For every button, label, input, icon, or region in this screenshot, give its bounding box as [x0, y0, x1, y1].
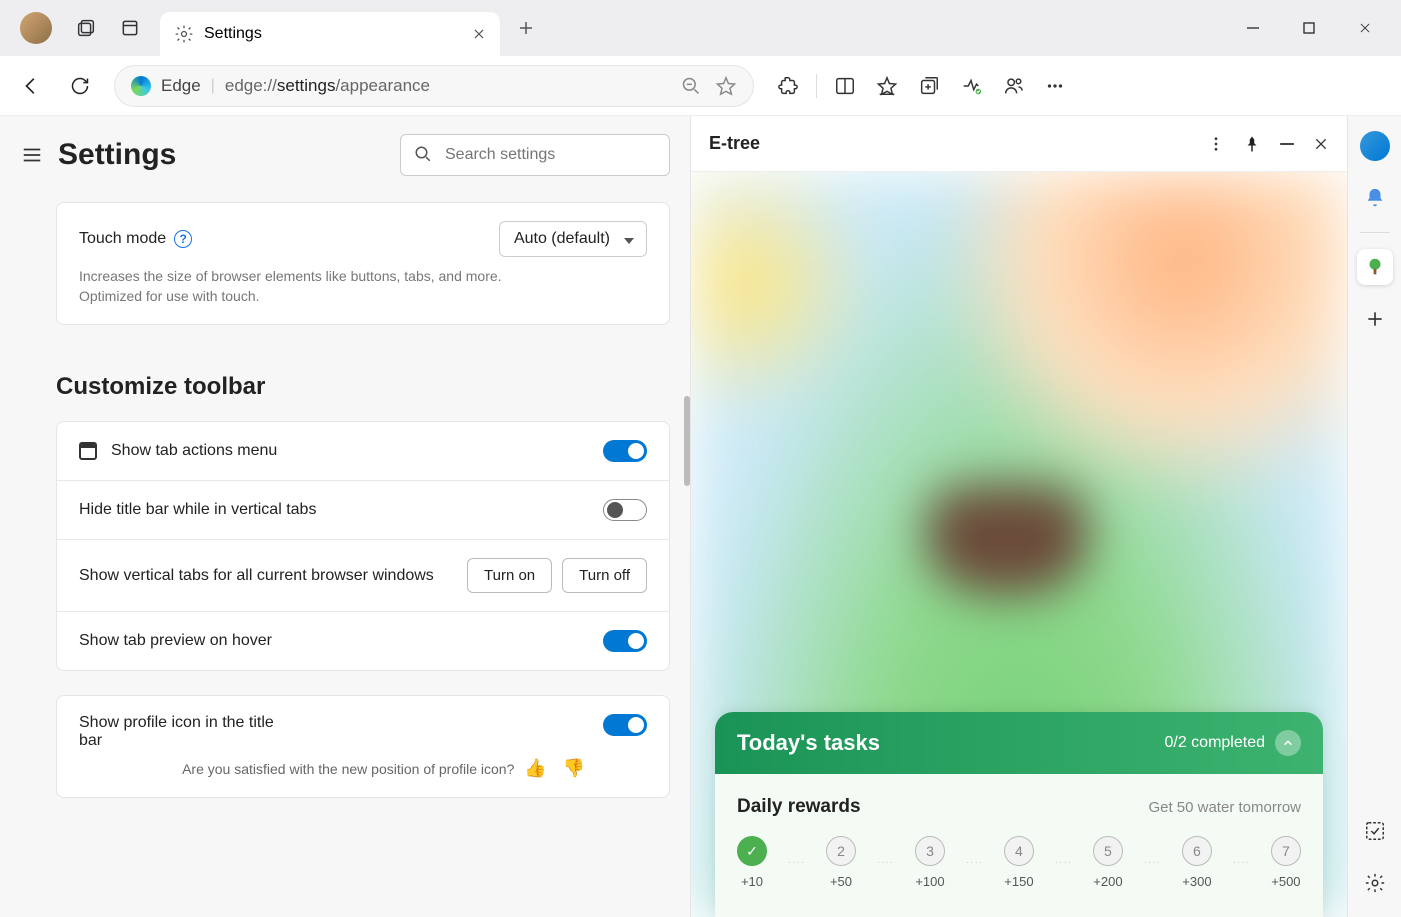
- tasks-progress: 0/2 completed: [1164, 734, 1265, 752]
- profile-avatar[interactable]: [20, 12, 52, 44]
- menu-button[interactable]: [20, 143, 44, 167]
- etree-body: Today's tasks 0/2 completed Daily reward…: [691, 172, 1347, 917]
- reward-day[interactable]: 7 +500: [1271, 836, 1301, 889]
- tab-actions-toggle[interactable]: [603, 440, 647, 462]
- more-icon[interactable]: [1035, 66, 1075, 106]
- reward-day[interactable]: ✓ +10: [737, 836, 767, 889]
- touch-mode-desc: Increases the size of browser elements l…: [79, 267, 549, 306]
- tab-actions-icon[interactable]: [108, 6, 152, 50]
- opt-profile-icon-label: Show profile icon in the title bar: [79, 714, 279, 750]
- toolbar-options-card: Show tab actions menu Hide title bar whi…: [56, 421, 670, 671]
- collapse-button[interactable]: [1275, 730, 1301, 756]
- day-circle: 3: [915, 836, 945, 866]
- screenshot-button[interactable]: [1357, 813, 1393, 849]
- thumbs-down-button[interactable]: 👎: [563, 758, 585, 779]
- opt-vertical-tabs-label: Show vertical tabs for all current brows…: [79, 567, 434, 585]
- notifications-button[interactable]: [1357, 180, 1393, 216]
- touch-mode-select[interactable]: Auto (default): [499, 221, 647, 257]
- day-bonus: +50: [830, 874, 852, 889]
- collections-icon[interactable]: [909, 66, 949, 106]
- minimize-button[interactable]: [1225, 6, 1281, 50]
- rewards-title: Daily rewards: [737, 796, 861, 818]
- search-input[interactable]: [400, 134, 670, 176]
- browser-tab[interactable]: Settings: [160, 12, 500, 56]
- right-sidebar: [1347, 116, 1401, 917]
- day-bonus: +100: [915, 874, 944, 889]
- opt-tab-preview-label: Show tab preview on hover: [79, 632, 272, 650]
- split-screen-icon[interactable]: [825, 66, 865, 106]
- page-title: Settings: [58, 138, 176, 172]
- etree-close-icon[interactable]: [1313, 136, 1329, 152]
- profile-icon-toggle[interactable]: [603, 714, 647, 736]
- section-customize-toolbar: Customize toolbar: [56, 373, 670, 401]
- extensions-icon[interactable]: [768, 66, 808, 106]
- rewards-subtitle: Get 50 water tomorrow: [1148, 799, 1301, 816]
- day-circle: 7: [1271, 836, 1301, 866]
- new-tab-button[interactable]: [504, 6, 548, 50]
- person-icon[interactable]: [993, 66, 1033, 106]
- profile-icon-card: Show profile icon in the title bar Are y…: [56, 695, 670, 798]
- day-circle: 2: [826, 836, 856, 866]
- settings-pane: Settings Touch mode? Auto (default) Incr…: [0, 116, 690, 917]
- tab-title: Settings: [204, 25, 262, 43]
- day-bonus: +500: [1271, 874, 1300, 889]
- touch-mode-label: Touch mode: [79, 230, 166, 248]
- opt-hide-titlebar-label: Hide title bar while in vertical tabs: [79, 501, 316, 519]
- tasks-card: Today's tasks 0/2 completed Daily reward…: [715, 712, 1323, 917]
- zoom-out-icon[interactable]: [681, 76, 701, 96]
- etree-pane: E-tree Today's tasks 0/2 completed: [690, 116, 1347, 917]
- tab-preview-toggle[interactable]: [603, 630, 647, 652]
- day-circle: 6: [1182, 836, 1212, 866]
- copilot-button[interactable]: [1357, 128, 1393, 164]
- day-bonus: +200: [1093, 874, 1122, 889]
- feedback-question: Are you satisfied with the new position …: [182, 761, 514, 777]
- day-bonus: +10: [741, 874, 763, 889]
- pin-icon[interactable]: [1243, 135, 1261, 153]
- reward-day[interactable]: 5 +200: [1093, 836, 1123, 889]
- favorite-icon[interactable]: [715, 75, 737, 97]
- browser-toolbar: Edge | edge://settings/appearance: [0, 56, 1401, 116]
- tasks-title: Today's tasks: [737, 730, 880, 756]
- etree-minimize-icon[interactable]: [1279, 136, 1295, 152]
- day-circle: ✓: [737, 836, 767, 866]
- help-icon[interactable]: ?: [174, 230, 192, 248]
- edge-icon: [131, 76, 151, 96]
- reward-day[interactable]: 3 +100: [915, 836, 945, 889]
- addr-url: edge://settings/appearance: [225, 76, 430, 96]
- gear-icon: [174, 24, 194, 44]
- turn-on-button[interactable]: Turn on: [467, 558, 552, 593]
- refresh-button[interactable]: [60, 66, 100, 106]
- sidebar-settings-button[interactable]: [1357, 865, 1393, 901]
- favorites-icon[interactable]: [867, 66, 907, 106]
- reward-day[interactable]: 2 +50: [826, 836, 856, 889]
- health-icon[interactable]: [951, 66, 991, 106]
- search-icon: [414, 145, 432, 163]
- thumbs-up-button[interactable]: 👍: [524, 758, 546, 779]
- hide-titlebar-toggle[interactable]: [603, 499, 647, 521]
- maximize-button[interactable]: [1281, 6, 1337, 50]
- opt-tab-actions-label: Show tab actions menu: [111, 442, 277, 460]
- back-button[interactable]: [12, 66, 52, 106]
- day-circle: 4: [1004, 836, 1034, 866]
- day-bonus: +150: [1004, 874, 1033, 889]
- window-titlebar: Settings: [0, 0, 1401, 56]
- touch-mode-card: Touch mode? Auto (default) Increases the…: [56, 202, 670, 325]
- close-tab-button[interactable]: [472, 27, 486, 41]
- turn-off-button[interactable]: Turn off: [562, 558, 647, 593]
- reward-day[interactable]: 6 +300: [1182, 836, 1212, 889]
- reward-day[interactable]: 4 +150: [1004, 836, 1034, 889]
- workspaces-icon[interactable]: [64, 6, 108, 50]
- etree-sidebar-button[interactable]: [1357, 249, 1393, 285]
- tab-icon: [79, 442, 97, 460]
- close-window-button[interactable]: [1337, 6, 1393, 50]
- day-circle: 5: [1093, 836, 1123, 866]
- addr-brand: Edge: [161, 76, 201, 96]
- day-bonus: +300: [1182, 874, 1211, 889]
- etree-more-icon[interactable]: [1207, 135, 1225, 153]
- add-sidebar-button[interactable]: [1357, 301, 1393, 337]
- address-bar[interactable]: Edge | edge://settings/appearance: [114, 65, 754, 107]
- etree-title: E-tree: [709, 133, 760, 154]
